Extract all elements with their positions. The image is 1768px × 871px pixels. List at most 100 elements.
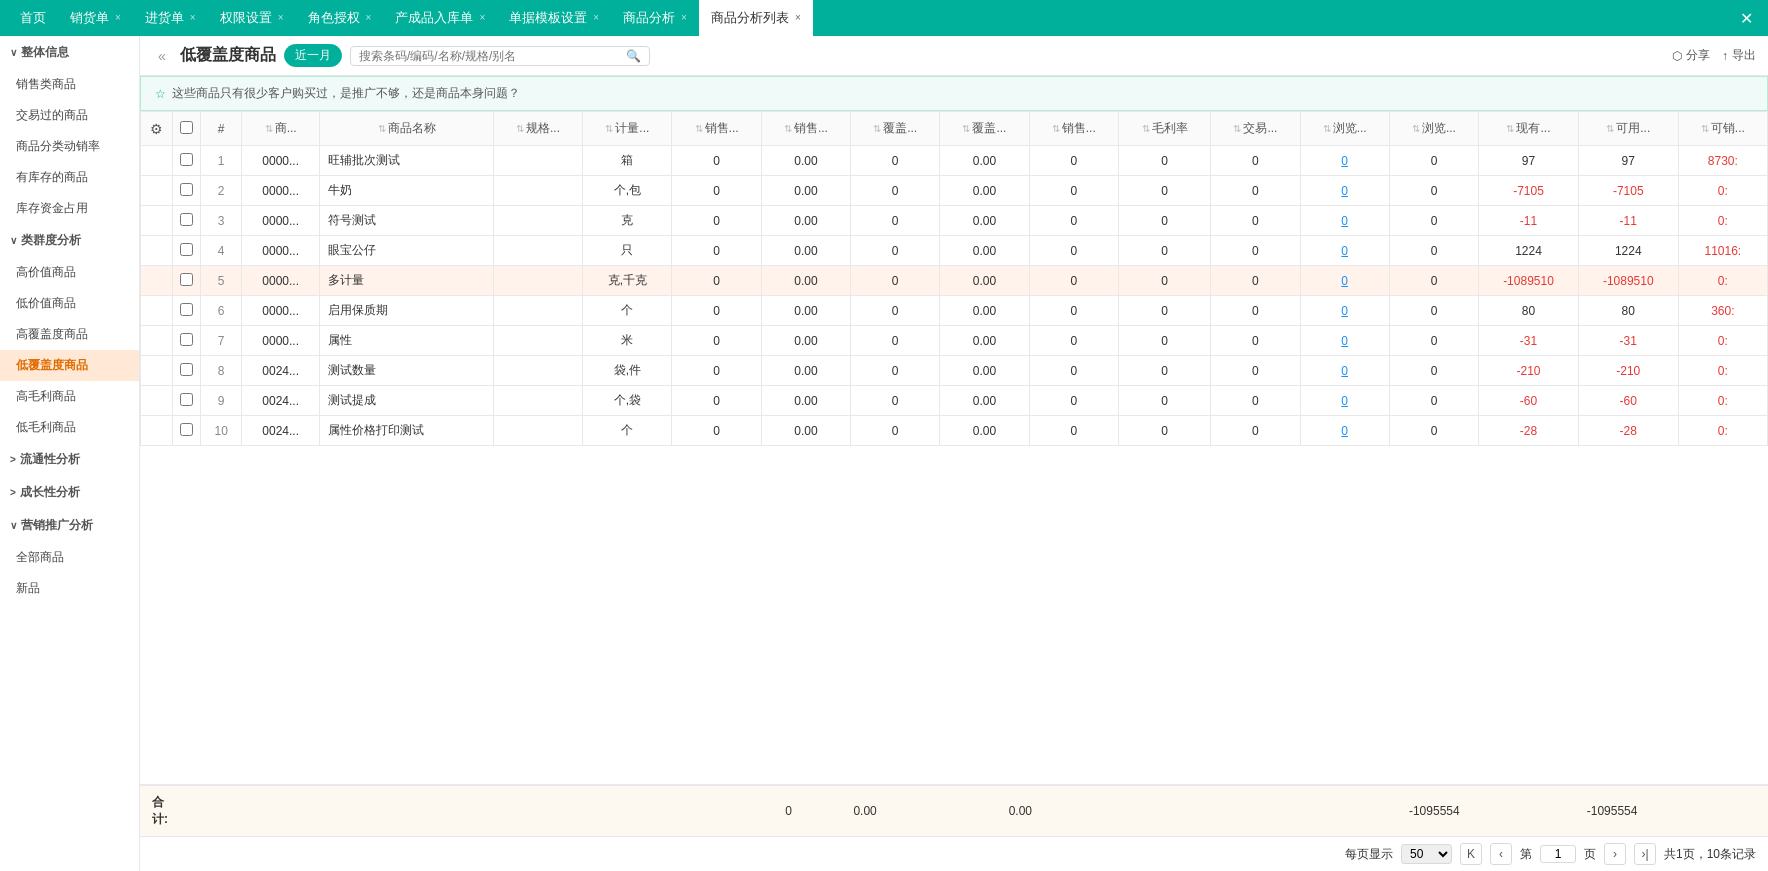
nav-close-icon[interactable]: × <box>795 0 801 36</box>
sidebar-item-high-margin[interactable]: 高毛利商品 <box>0 381 139 412</box>
page-prev-button[interactable]: ‹ <box>1490 843 1512 865</box>
sort-icon[interactable]: ⇅ <box>1323 123 1331 134</box>
sort-icon[interactable]: ⇅ <box>962 123 970 134</box>
sidebar-item-in-stock-products[interactable]: 有库存的商品 <box>0 162 139 193</box>
page-size-select[interactable]: 50 20 100 <box>1401 844 1452 864</box>
sidebar-section-cluster[interactable]: ∨ 类群度分析 <box>0 224 139 257</box>
row-checkbox-cell[interactable] <box>173 266 201 296</box>
page-next-button[interactable]: › <box>1604 843 1626 865</box>
export-button[interactable]: ↑ 导出 <box>1722 47 1756 64</box>
sort-icon[interactable]: ⇅ <box>1701 123 1709 134</box>
nav-role-auth[interactable]: 角色授权 × <box>296 0 384 36</box>
sidebar-item-category-turnover[interactable]: 商品分类动销率 <box>0 131 139 162</box>
nav-product-analysis[interactable]: 商品分析 × <box>611 0 699 36</box>
search-input[interactable] <box>359 49 622 63</box>
col-checkbox[interactable] <box>173 112 201 146</box>
search-icon[interactable]: 🔍 <box>626 49 641 63</box>
sort-icon[interactable]: ⇅ <box>1052 123 1060 134</box>
row-checkbox-cell[interactable] <box>173 386 201 416</box>
row-checkbox-cell[interactable] <box>173 296 201 326</box>
sort-icon[interactable]: ⇅ <box>1142 123 1150 134</box>
sidebar-item-capital-occupation[interactable]: 库存资金占用 <box>0 193 139 224</box>
row-checkbox[interactable] <box>180 423 193 436</box>
row-browse-cnt[interactable]: 0 <box>1300 146 1389 176</box>
sort-icon[interactable]: ⇅ <box>695 123 703 134</box>
sort-icon[interactable]: ⇅ <box>784 123 792 134</box>
col-settings[interactable]: ⚙ <box>141 112 173 146</box>
row-browse-cnt[interactable]: 0 <box>1300 266 1389 296</box>
sidebar-section-liquidity[interactable]: > 流通性分析 <box>0 443 139 476</box>
sidebar-item-high-coverage[interactable]: 高覆盖度商品 <box>0 319 139 350</box>
row-checkbox-cell[interactable] <box>173 146 201 176</box>
sort-icon[interactable]: ⇅ <box>1606 123 1614 134</box>
sort-icon[interactable]: ⇅ <box>516 123 524 134</box>
sort-icon[interactable]: ⇅ <box>378 123 386 134</box>
sidebar-collapse-button[interactable]: « <box>152 46 172 66</box>
nav-close-icon[interactable]: × <box>190 0 196 36</box>
row-browse-cnt[interactable]: 0 <box>1300 236 1389 266</box>
sort-icon[interactable]: ⇅ <box>1412 123 1420 134</box>
row-checkbox[interactable] <box>180 363 193 376</box>
row-checkbox[interactable] <box>180 273 193 286</box>
row-checkbox[interactable] <box>180 303 193 316</box>
row-checkbox-cell[interactable] <box>173 416 201 446</box>
nav-permission-setting[interactable]: 权限设置 × <box>208 0 296 36</box>
page-first-button[interactable]: K <box>1460 843 1482 865</box>
sidebar-item-low-value[interactable]: 低价值商品 <box>0 288 139 319</box>
row-checkbox-cell[interactable] <box>173 176 201 206</box>
sidebar-item-low-coverage[interactable]: 低覆盖度商品 <box>0 350 139 381</box>
row-browse-cnt[interactable]: 0 <box>1300 296 1389 326</box>
sort-icon[interactable]: ⇅ <box>605 123 613 134</box>
sidebar-item-sales-products[interactable]: 销售类商品 <box>0 69 139 100</box>
row-checkbox-cell[interactable] <box>173 236 201 266</box>
share-button[interactable]: ⬡ 分享 <box>1672 47 1710 64</box>
sidebar-section-growth[interactable]: > 成长性分析 <box>0 476 139 509</box>
sidebar-section-marketing[interactable]: ∨ 营销推广分析 <box>0 509 139 542</box>
row-browse-cnt[interactable]: 0 <box>1300 416 1389 446</box>
row-browse-cnt[interactable]: 0 <box>1300 206 1389 236</box>
row-checkbox[interactable] <box>180 153 193 166</box>
sidebar-item-new-products[interactable]: 新品 <box>0 573 139 604</box>
sidebar-item-low-margin[interactable]: 低毛利商品 <box>0 412 139 443</box>
row-cover-rate: 0.00 <box>940 266 1029 296</box>
row-spec <box>493 356 582 386</box>
row-browse-cnt[interactable]: 0 <box>1300 176 1389 206</box>
sidebar-item-high-value[interactable]: 高价值商品 <box>0 257 139 288</box>
nav-close-icon[interactable]: × <box>681 0 687 36</box>
nav-sales-order[interactable]: 销货单 × <box>58 0 133 36</box>
nav-home[interactable]: 首页 <box>8 0 58 36</box>
nav-close-icon[interactable]: × <box>278 0 284 36</box>
sort-icon[interactable]: ⇅ <box>265 123 273 134</box>
row-checkbox[interactable] <box>180 243 193 256</box>
sort-icon[interactable]: ⇅ <box>1233 123 1241 134</box>
nav-product-analysis-list[interactable]: 商品分析列表 × <box>699 0 813 36</box>
page-number-input[interactable] <box>1540 845 1576 863</box>
window-close-button[interactable]: ✕ <box>1732 4 1760 32</box>
sidebar-item-all-products[interactable]: 全部商品 <box>0 542 139 573</box>
sidebar-section-overall[interactable]: ∨ 整体信息 <box>0 36 139 69</box>
sidebar-item-traded-products[interactable]: 交易过的商品 <box>0 100 139 131</box>
sort-icon[interactable]: ⇅ <box>1506 123 1514 134</box>
row-browse-cnt[interactable]: 0 <box>1300 386 1389 416</box>
row-browse-cnt[interactable]: 0 <box>1300 356 1389 386</box>
row-checkbox[interactable] <box>180 213 193 226</box>
nav-close-icon[interactable]: × <box>115 0 121 36</box>
row-checkbox-cell[interactable] <box>173 326 201 356</box>
row-checkbox[interactable] <box>180 333 193 346</box>
nav-finished-goods[interactable]: 产成品入库单 × <box>383 0 497 36</box>
select-all-checkbox[interactable] <box>180 121 193 134</box>
row-checkbox[interactable] <box>180 393 193 406</box>
nav-voucher-template[interactable]: 单据模板设置 × <box>497 0 611 36</box>
table-wrapper[interactable]: ⚙ # ⇅商... ⇅商品名称 ⇅规格... ⇅计量... ⇅销售... ⇅销售… <box>140 111 1768 784</box>
row-browse-cnt[interactable]: 0 <box>1300 326 1389 356</box>
row-checkbox-cell[interactable] <box>173 356 201 386</box>
period-recent-month[interactable]: 近一月 <box>284 44 342 67</box>
nav-close-icon[interactable]: × <box>593 0 599 36</box>
row-checkbox-cell[interactable] <box>173 206 201 236</box>
nav-purchase-order[interactable]: 进货单 × <box>133 0 208 36</box>
row-checkbox[interactable] <box>180 183 193 196</box>
page-last-button[interactable]: ›| <box>1634 843 1656 865</box>
nav-close-icon[interactable]: × <box>366 0 372 36</box>
nav-close-icon[interactable]: × <box>479 0 485 36</box>
sort-icon[interactable]: ⇅ <box>873 123 881 134</box>
